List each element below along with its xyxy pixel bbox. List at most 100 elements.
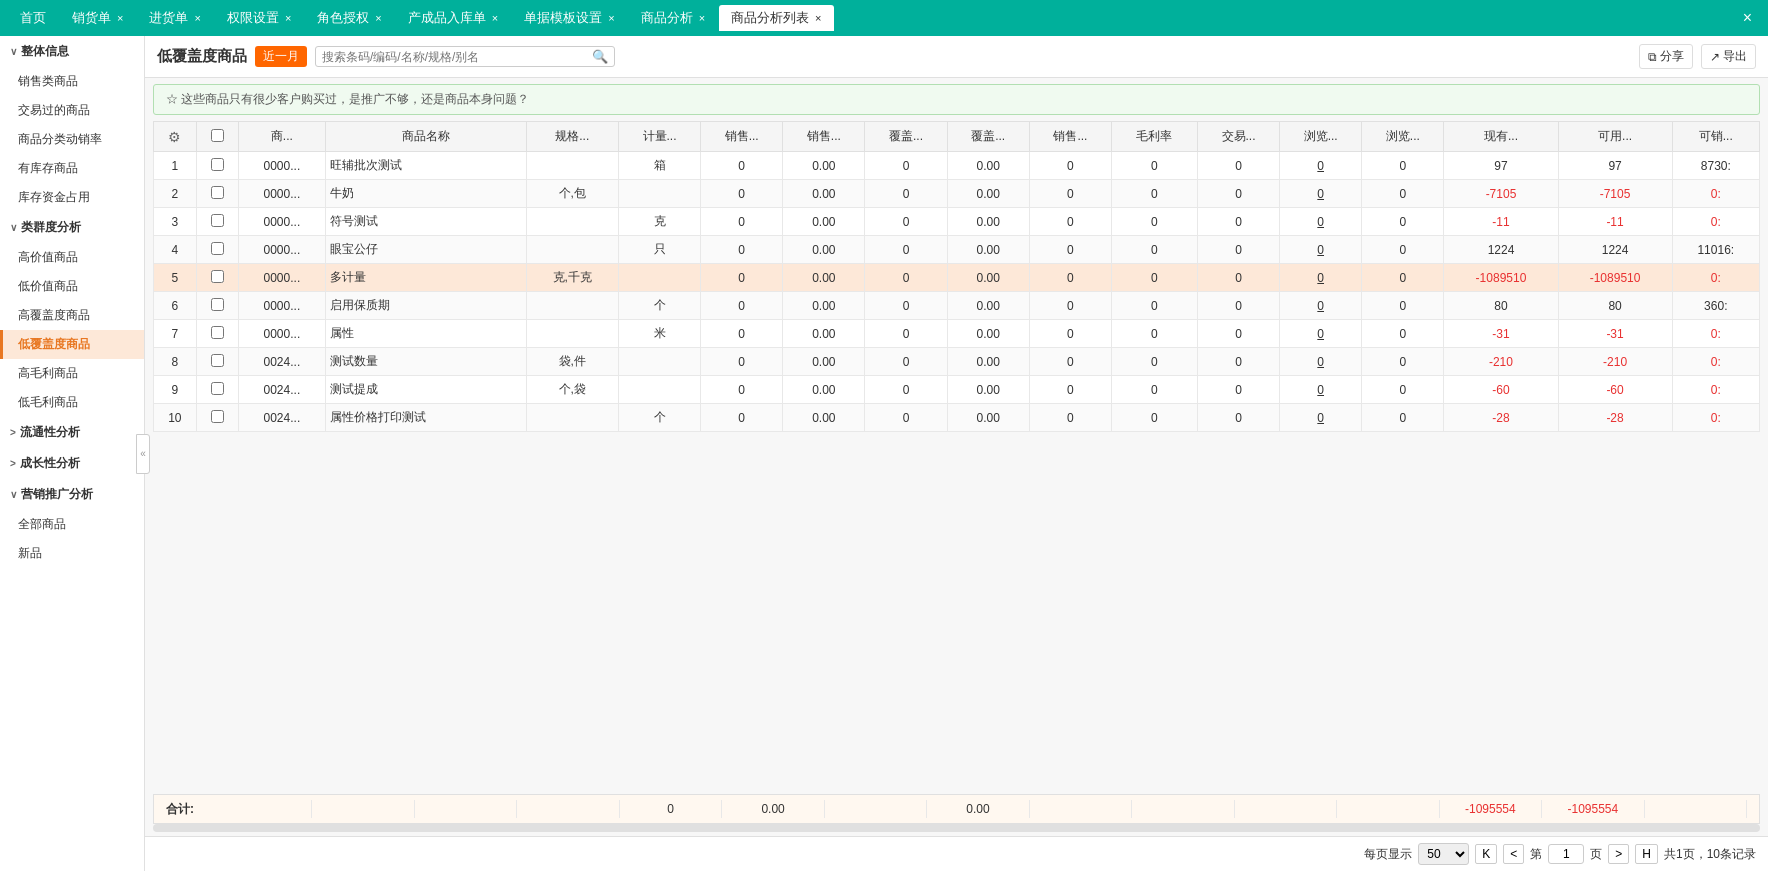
col-checkbox[interactable] (196, 122, 238, 152)
row-browse1[interactable]: 0 (1280, 376, 1362, 404)
sidebar-item-high-margin[interactable]: 高毛利商品 (0, 359, 144, 388)
row-select-checkbox[interactable] (211, 214, 224, 227)
select-all-checkbox[interactable] (211, 129, 224, 142)
row-stock2: 1224 (1558, 236, 1672, 264)
row-browse1[interactable]: 0 (1280, 208, 1362, 236)
sidebar-item-new-goods[interactable]: 新品 (0, 539, 144, 568)
row-select-checkbox[interactable] (211, 326, 224, 339)
search-icon[interactable]: 🔍 (592, 49, 608, 64)
next-page-button[interactable]: > (1608, 844, 1629, 864)
sidebar-item-category-rate[interactable]: 商品分类动销率 (0, 125, 144, 154)
row-spec (526, 236, 618, 264)
sidebar-item-traded-goods[interactable]: 交易过的商品 (0, 96, 144, 125)
nav-item-sales[interactable]: 销货单 × (60, 5, 135, 31)
row-checkbox[interactable] (196, 236, 238, 264)
row-select-checkbox[interactable] (211, 186, 224, 199)
row-browse1[interactable]: 0 (1280, 180, 1362, 208)
nav-item-purchase[interactable]: 进货单 × (137, 5, 212, 31)
browse1-link[interactable]: 0 (1317, 383, 1324, 397)
browse1-link[interactable]: 0 (1317, 327, 1324, 341)
browse1-link[interactable]: 0 (1317, 243, 1324, 257)
row-browse1[interactable]: 0 (1280, 264, 1362, 292)
nav-item-roles[interactable]: 角色授权 × (305, 5, 393, 31)
row-checkbox[interactable] (196, 376, 238, 404)
row-checkbox[interactable] (196, 180, 238, 208)
sidebar-item-stock-goods[interactable]: 有库存商品 (0, 154, 144, 183)
row-browse1[interactable]: 0 (1280, 152, 1362, 180)
row-select-checkbox[interactable] (211, 298, 224, 311)
sidebar-item-low-value[interactable]: 低价值商品 (0, 272, 144, 301)
row-browse1[interactable]: 0 (1280, 348, 1362, 376)
browse1-link[interactable]: 0 (1317, 411, 1324, 425)
row-trans: 0 (1197, 376, 1279, 404)
row-num: 1 (154, 152, 197, 180)
nav-close-permissions[interactable]: × (285, 12, 291, 24)
sidebar-item-low-coverage[interactable]: 低覆盖度商品 (0, 330, 144, 359)
share-button[interactable]: ⧉ 分享 (1639, 44, 1693, 69)
period-button[interactable]: 近一月 (255, 46, 307, 67)
browse1-link[interactable]: 0 (1317, 271, 1324, 285)
window-close-button[interactable]: × (1735, 5, 1760, 31)
sidebar-section-overall-header[interactable]: ∨ 整体信息 (0, 36, 144, 67)
row-checkbox[interactable] (196, 208, 238, 236)
browse1-link[interactable]: 0 (1317, 187, 1324, 201)
col-settings[interactable]: ⚙ (154, 122, 197, 152)
nav-item-finished-goods[interactable]: 产成品入库单 × (396, 5, 510, 31)
sidebar-item-sales-goods[interactable]: 销售类商品 (0, 67, 144, 96)
row-checkbox[interactable] (196, 404, 238, 432)
first-page-button[interactable]: K (1475, 844, 1497, 864)
row-spec (526, 404, 618, 432)
row-select-checkbox[interactable] (211, 410, 224, 423)
row-num: 3 (154, 208, 197, 236)
sidebar-section-growth-header[interactable]: > 成长性分析 (0, 448, 144, 479)
row-checkbox[interactable] (196, 292, 238, 320)
nav-close-analysis[interactable]: × (699, 12, 705, 24)
row-select-checkbox[interactable] (211, 270, 224, 283)
nav-item-home[interactable]: 首页 (8, 5, 58, 31)
sidebar-item-high-value[interactable]: 高价值商品 (0, 243, 144, 272)
row-browse1[interactable]: 0 (1280, 292, 1362, 320)
row-checkbox[interactable] (196, 152, 238, 180)
table-body: 1 0000... 旺辅批次测试 箱 0 0.00 0 0.00 0 0 0 0… (154, 152, 1760, 432)
row-browse1[interactable]: 0 (1280, 236, 1362, 264)
browse1-link[interactable]: 0 (1317, 215, 1324, 229)
row-cover1: 0 (865, 320, 947, 348)
sidebar-collapse-button[interactable]: « (136, 434, 150, 474)
sidebar-item-high-coverage[interactable]: 高覆盖度商品 (0, 301, 144, 330)
sidebar-section-liquidity-header[interactable]: > 流通性分析 (0, 417, 144, 448)
sidebar-item-stock-capital[interactable]: 库存资金占用 (0, 183, 144, 212)
prev-page-button[interactable]: < (1503, 844, 1524, 864)
nav-item-analysis-list[interactable]: 商品分析列表 × (719, 5, 833, 31)
row-checkbox[interactable] (196, 264, 238, 292)
row-select-checkbox[interactable] (211, 158, 224, 171)
nav-item-template-settings[interactable]: 单据模板设置 × (512, 5, 626, 31)
page-size-select[interactable]: 50 20 100 (1418, 843, 1469, 865)
row-select-checkbox[interactable] (211, 242, 224, 255)
nav-close-finished[interactable]: × (492, 12, 498, 24)
export-button[interactable]: ↗ 导出 (1701, 44, 1756, 69)
sidebar-item-low-margin[interactable]: 低毛利商品 (0, 388, 144, 417)
row-browse1[interactable]: 0 (1280, 404, 1362, 432)
last-page-button[interactable]: H (1635, 844, 1658, 864)
nav-close-template[interactable]: × (608, 12, 614, 24)
browse1-link[interactable]: 0 (1317, 159, 1324, 173)
nav-close-roles[interactable]: × (375, 12, 381, 24)
nav-item-product-analysis[interactable]: 商品分析 × (629, 5, 717, 31)
nav-item-permissions[interactable]: 权限设置 × (215, 5, 303, 31)
row-browse1[interactable]: 0 (1280, 320, 1362, 348)
row-checkbox[interactable] (196, 348, 238, 376)
nav-close-purchase[interactable]: × (194, 12, 200, 24)
horizontal-scrollbar[interactable] (153, 824, 1760, 832)
page-number-input[interactable] (1548, 844, 1584, 864)
row-select-checkbox[interactable] (211, 382, 224, 395)
sidebar-section-marketing-header[interactable]: ∨ 营销推广分析 (0, 479, 144, 510)
sidebar-item-all-goods[interactable]: 全部商品 (0, 510, 144, 539)
sidebar-section-group-header[interactable]: ∨ 类群度分析 (0, 212, 144, 243)
row-select-checkbox[interactable] (211, 354, 224, 367)
row-checkbox[interactable] (196, 320, 238, 348)
nav-close-sales[interactable]: × (117, 12, 123, 24)
browse1-link[interactable]: 0 (1317, 299, 1324, 313)
browse1-link[interactable]: 0 (1317, 355, 1324, 369)
nav-close-analysis-list[interactable]: × (815, 12, 821, 24)
search-input[interactable] (322, 50, 592, 64)
